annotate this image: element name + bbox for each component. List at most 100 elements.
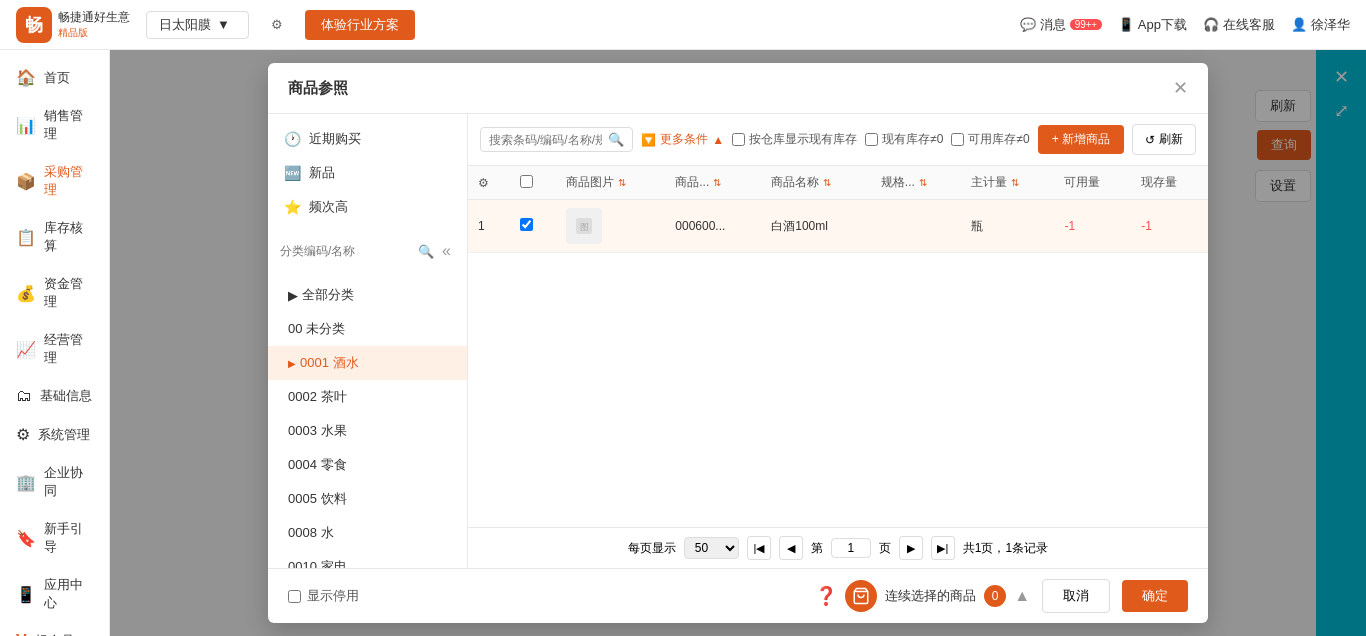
- sidebar-item-vip[interactable]: V 畅会员: [0, 622, 109, 636]
- sidebar-item-app-center[interactable]: 📱 应用中心: [0, 566, 109, 622]
- cell-checkbox[interactable]: [510, 200, 555, 253]
- pagination-bar: 每页显示 50 10 20 100 |◀ ◀ 第 页: [468, 527, 1208, 568]
- sidebar-item-system[interactable]: ⚙ 系统管理: [0, 415, 109, 454]
- checkbox-stock-nonzero[interactable]: 现有库存≠0: [865, 131, 943, 148]
- message-icon: 💬: [1020, 17, 1036, 32]
- cell-unit: 瓶: [961, 200, 1054, 253]
- recent-purchase-item[interactable]: 🕐 近期购买: [268, 122, 467, 156]
- th-name[interactable]: 商品名称⇅: [761, 166, 871, 200]
- sidebar-item-purchase[interactable]: 📦 采购管理: [0, 153, 109, 209]
- modal-dialog: 商品参照 ✕ 🕐 近期购买 🆕 新品: [268, 63, 1208, 623]
- modal-footer: 显示停用 ❓ 连续选择的商品 0 ▲ 取消 确定: [268, 568, 1208, 623]
- category-item-0002[interactable]: 0002 茶叶: [268, 380, 467, 414]
- new-icon: 🆕: [284, 165, 301, 181]
- checkbox-available-nonzero[interactable]: 可用库存≠0: [951, 131, 1029, 148]
- cancel-button[interactable]: 取消: [1042, 579, 1110, 613]
- collapse-cart-button[interactable]: ▲: [1014, 587, 1030, 605]
- triangle-icon: ▶: [288, 288, 298, 303]
- search-input[interactable]: [489, 133, 602, 147]
- sort-icon-unit: ⇅: [1011, 177, 1019, 188]
- page-size-select[interactable]: 50 10 20 100: [684, 537, 739, 559]
- add-product-button[interactable]: + 新增商品: [1038, 125, 1124, 154]
- show-disabled-checkbox[interactable]: 显示停用: [288, 587, 359, 605]
- category-item-0004[interactable]: 0004 零食: [268, 448, 467, 482]
- next-page-button[interactable]: ▶: [899, 536, 923, 560]
- filter-button[interactable]: 🔽 更多条件 ▲: [641, 131, 724, 148]
- top-nav: 畅 畅捷通好生意 精品版 日太阳膜 ▼ ⚙ 体验行业方案 💬 消息 99++ 📱…: [0, 0, 1366, 50]
- table-row[interactable]: 1 图 000600... 白酒100ml: [468, 200, 1208, 253]
- checkbox-warehouse-input[interactable]: [732, 133, 745, 146]
- home-icon: 🏠: [16, 68, 36, 87]
- show-disabled-input[interactable]: [288, 590, 301, 603]
- online-service-button[interactable]: 🎧 在线客服: [1203, 16, 1275, 34]
- main-layout: 🏠 首页 📊 销售管理 📦 采购管理 📋 库存核算 💰 资金管理 📈 经营管理 …: [0, 50, 1366, 636]
- modal-header: 商品参照 ✕: [268, 63, 1208, 114]
- collapse-button[interactable]: «: [438, 238, 455, 264]
- help-icon[interactable]: ❓: [815, 585, 837, 607]
- prev-page-button[interactable]: ◀: [779, 536, 803, 560]
- app-download-button[interactable]: 📱 App下载: [1118, 16, 1187, 34]
- category-item-0010[interactable]: 0010 家电: [268, 550, 467, 568]
- clock-icon: 🕐: [284, 131, 301, 147]
- nav-selector[interactable]: 日太阳膜 ▼: [146, 11, 249, 39]
- table-area: ⚙ 商品图片⇅ 商品...⇅: [468, 166, 1208, 527]
- category-item-0001[interactable]: ▶ 0001 酒水: [268, 346, 467, 380]
- sidebar-item-finance[interactable]: 💰 资金管理: [0, 265, 109, 321]
- gear-button[interactable]: ⚙: [261, 9, 293, 41]
- category-item-0003[interactable]: 0003 水果: [268, 414, 467, 448]
- app-center-icon: 📱: [16, 585, 36, 604]
- experience-button[interactable]: 体验行业方案: [305, 10, 415, 40]
- th-unit[interactable]: 主计量⇅: [961, 166, 1054, 200]
- messages-button[interactable]: 💬 消息 99++: [1020, 16, 1102, 34]
- cell-image: 图: [556, 200, 666, 253]
- th-spec[interactable]: 规格...⇅: [871, 166, 961, 200]
- all-category-item[interactable]: ▶ 全部分类: [268, 278, 467, 312]
- confirm-button[interactable]: 确定: [1122, 580, 1188, 612]
- cell-name: 白酒100ml: [761, 200, 871, 253]
- user-profile[interactable]: 👤 徐泽华: [1291, 16, 1350, 34]
- new-items-item[interactable]: 🆕 新品: [268, 156, 467, 190]
- sidebar-item-guide[interactable]: 🔖 新手引导: [0, 510, 109, 566]
- search-icon[interactable]: 🔍: [608, 132, 624, 147]
- sidebar-item-sales[interactable]: 📊 销售管理: [0, 97, 109, 153]
- category-search-area: 🔍 «: [268, 232, 467, 270]
- category-item-0005[interactable]: 0005 饮料: [268, 482, 467, 516]
- logo-area: 畅 畅捷通好生意 精品版: [16, 7, 130, 43]
- checkbox-available-input[interactable]: [951, 133, 964, 146]
- th-checkbox[interactable]: [510, 166, 555, 200]
- cart-icon[interactable]: [845, 580, 877, 612]
- page-number-input[interactable]: [831, 538, 871, 558]
- sidebar-item-inventory[interactable]: 📋 库存核算: [0, 209, 109, 265]
- category-item-00[interactable]: 00 未分类: [268, 312, 467, 346]
- category-item-0008[interactable]: 0008 水: [268, 516, 467, 550]
- sidebar-item-home[interactable]: 🏠 首页: [0, 58, 109, 97]
- active-arrow-icon: ▶: [288, 358, 296, 369]
- sidebar-item-operations[interactable]: 📈 经营管理: [0, 321, 109, 377]
- cell-stock: -1: [1131, 200, 1208, 253]
- refresh-button[interactable]: ↺ 刷新: [1132, 124, 1196, 155]
- first-page-button[interactable]: |◀: [747, 536, 771, 560]
- cell-available: -1: [1054, 200, 1131, 253]
- select-all-checkbox[interactable]: [520, 175, 533, 188]
- logo-text: 畅捷通好生意 精品版: [58, 10, 130, 39]
- sidebar-item-enterprise[interactable]: 🏢 企业协同: [0, 454, 109, 510]
- message-badge: 99++: [1070, 19, 1102, 30]
- row-checkbox[interactable]: [520, 218, 533, 231]
- th-available[interactable]: 可用量: [1054, 166, 1131, 200]
- inventory-icon: 📋: [16, 228, 36, 247]
- category-search-input[interactable]: [280, 244, 414, 258]
- checkbox-warehouse[interactable]: 按仓库显示现有库存: [732, 131, 857, 148]
- th-code[interactable]: 商品...⇅: [665, 166, 761, 200]
- th-image[interactable]: 商品图片⇅: [556, 166, 666, 200]
- search-icon[interactable]: 🔍: [418, 244, 434, 259]
- modal-close-button[interactable]: ✕: [1173, 77, 1188, 99]
- th-settings[interactable]: ⚙: [468, 166, 510, 200]
- th-stock[interactable]: 现存量: [1131, 166, 1208, 200]
- checkbox-stock-input[interactable]: [865, 133, 878, 146]
- sort-icon: ⇅: [618, 177, 626, 188]
- last-page-button[interactable]: ▶|: [931, 536, 955, 560]
- svg-text:图: 图: [579, 222, 588, 232]
- frequent-item[interactable]: ⭐ 频次高: [268, 190, 467, 224]
- sidebar-item-basic-info[interactable]: 🗂 基础信息: [0, 377, 109, 415]
- toolbar: 🔍 🔽 更多条件 ▲ 按仓库显示现有库存: [468, 114, 1208, 166]
